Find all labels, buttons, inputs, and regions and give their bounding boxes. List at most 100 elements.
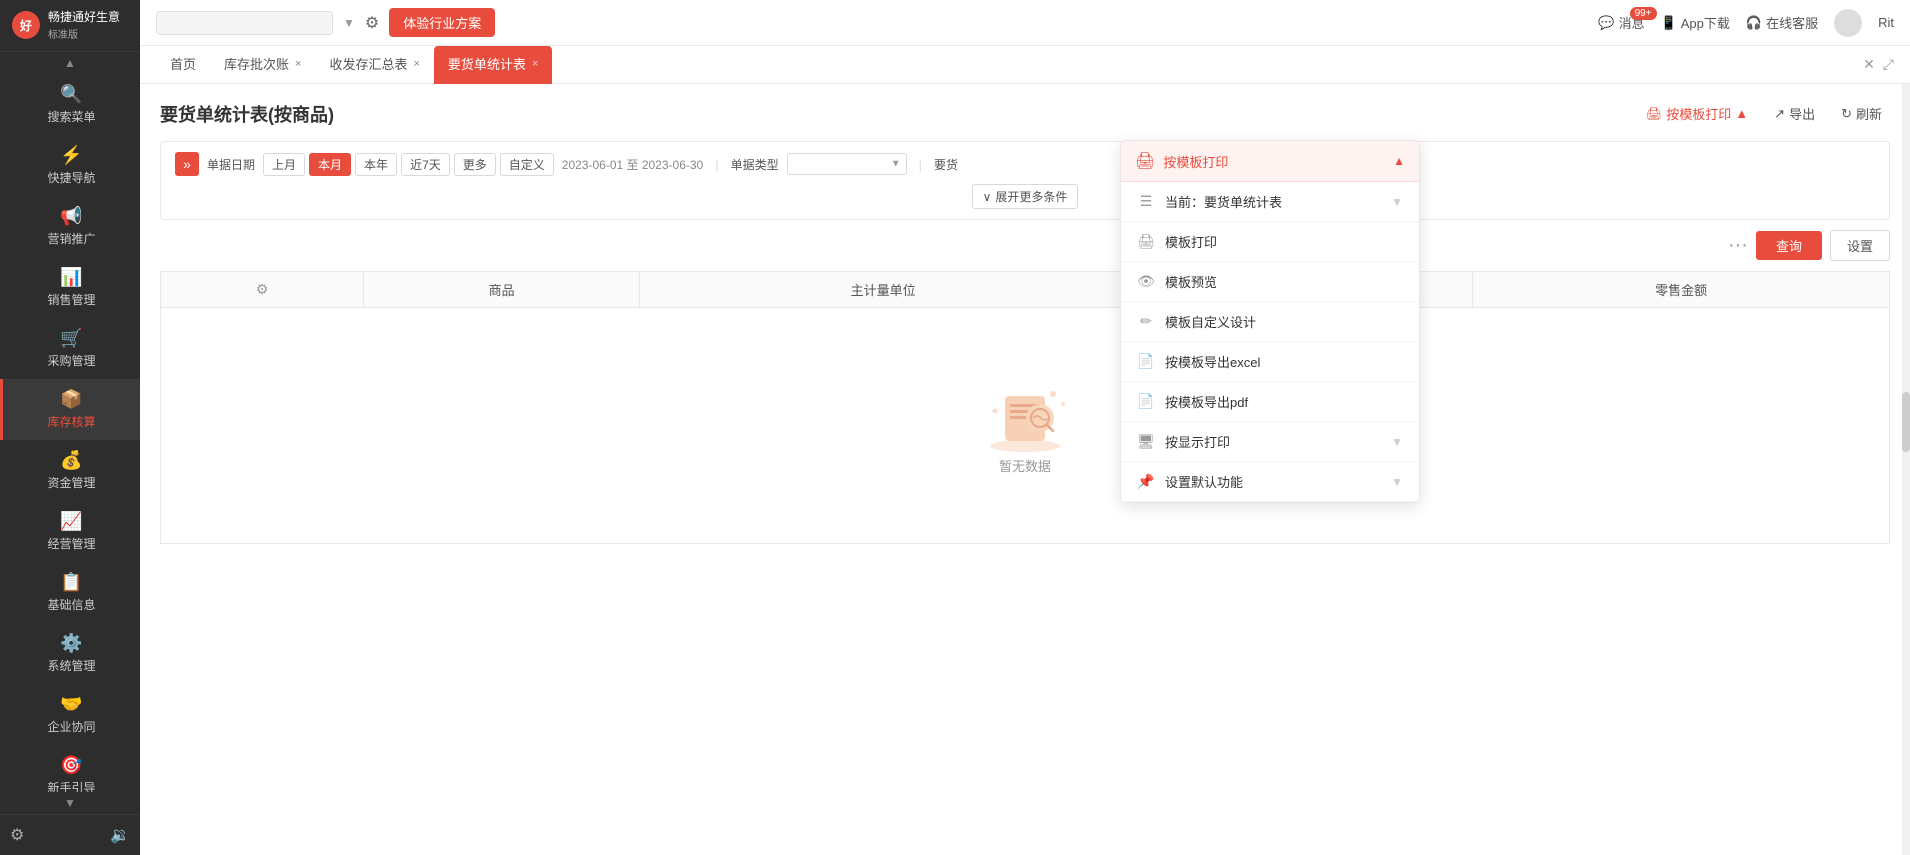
filter-bar: » 单据日期 上月 本月 本年 近7天 更多 自定义 2023-06-01 至 … bbox=[160, 141, 1890, 220]
user-avatar[interactable] bbox=[1834, 9, 1862, 37]
topbar-dropdown-arrow[interactable]: ▼ bbox=[343, 16, 355, 30]
sidebar-scroll-up[interactable]: ▲ bbox=[0, 52, 140, 74]
template-custom-label: 模板自定义设计 bbox=[1165, 312, 1403, 331]
collab-icon: 🤝 bbox=[60, 694, 82, 715]
dropdown-current-template[interactable]: ☰ 当前：要货单统计表 ▼ bbox=[1121, 182, 1419, 222]
page-title: 要货单统计表(按商品) bbox=[160, 101, 334, 127]
table-header-unit: 主计量单位 bbox=[640, 272, 1127, 308]
sidebar-item-basic[interactable]: 📋 基础信息 bbox=[0, 562, 140, 623]
tab-inventory-batch-close[interactable]: × bbox=[295, 58, 301, 70]
sidebar-item-label: 经营管理 bbox=[47, 535, 95, 552]
template-pdf-icon: 📄 bbox=[1137, 393, 1155, 410]
filter-type-label: 单据类型 bbox=[731, 156, 779, 173]
quick-nav-icon: ⚡ bbox=[60, 145, 82, 166]
dropdown-template-pdf[interactable]: 📄 按模板导出pdf bbox=[1121, 382, 1419, 422]
scrollbar-track[interactable] bbox=[1902, 84, 1910, 855]
online-service-btn[interactable]: 🎧 在线客服 bbox=[1746, 13, 1818, 32]
sidebar-item-finance[interactable]: 💰 资金管理 bbox=[0, 440, 140, 501]
trial-btn[interactable]: 体验行业方案 bbox=[389, 8, 495, 37]
date-btn-custom[interactable]: 自定义 bbox=[500, 153, 554, 176]
tab-collect-summary[interactable]: 收发存汇总表 × bbox=[315, 46, 433, 84]
tab-inventory-batch-label: 库存批次账 bbox=[224, 54, 289, 73]
dropdown-header-arrow[interactable]: ▲ bbox=[1393, 154, 1405, 168]
sidebar-item-search[interactable]: 🔍 搜索菜单 bbox=[0, 74, 140, 135]
sidebar: 好 畅捷通好生意 标准版 ▲ 🔍 搜索菜单 ⚡ 快捷导航 📢 营销推广 📊 销售… bbox=[0, 0, 140, 855]
sidebar-item-operations[interactable]: 📈 经营管理 bbox=[0, 501, 140, 562]
search-icon: 🔍 bbox=[60, 84, 82, 105]
guide-icon: 🎯 bbox=[60, 755, 82, 776]
display-print-icon: 🖥 bbox=[1137, 433, 1155, 450]
operations-icon: 📈 bbox=[60, 511, 82, 532]
tab-order-stats-close[interactable]: × bbox=[532, 58, 538, 70]
refresh-icon: ↻ bbox=[1841, 106, 1852, 122]
sidebar-item-label: 系统管理 bbox=[47, 657, 95, 674]
filter-date-buttons: 上月 本月 本年 近7天 更多 自定义 bbox=[263, 153, 554, 176]
export-icon: ↗ bbox=[1774, 106, 1785, 122]
print-template-btn[interactable]: 🖨 按模板打印 ▲ bbox=[1638, 100, 1756, 127]
sidebar-item-quick-nav[interactable]: ⚡ 快捷导航 bbox=[0, 135, 140, 196]
dropdown-print-icon: 🖨 bbox=[1135, 151, 1155, 171]
sidebar-item-label: 库存核算 bbox=[47, 413, 95, 430]
window-close-icon[interactable]: ✕ bbox=[1863, 56, 1875, 73]
page-container: 要货单统计表(按商品) 🖨 按模板打印 ▲ ↗ 导出 ↻ 刷新 bbox=[140, 84, 1910, 855]
dropdown-display-print[interactable]: 🖥 按显示打印 ▼ bbox=[1121, 422, 1419, 462]
date-btn-7days[interactable]: 近7天 bbox=[401, 153, 450, 176]
topbar: ▼ ⚙ 体验行业方案 💬 消息 99+ 📱 App下载 🎧 在线客服 Rit bbox=[140, 0, 1910, 46]
sidebar-item-marketing[interactable]: 📢 营销推广 bbox=[0, 196, 140, 257]
app-download-btn[interactable]: 📱 App下载 bbox=[1661, 13, 1730, 32]
date-btn-last-month[interactable]: 上月 bbox=[263, 153, 305, 176]
date-btn-this-month[interactable]: 本月 bbox=[309, 153, 351, 176]
scrollbar-thumb[interactable] bbox=[1902, 392, 1910, 452]
tab-order-stats[interactable]: 要货单统计表 × bbox=[434, 46, 552, 84]
sidebar-scroll-down[interactable]: ▼ bbox=[0, 792, 140, 814]
filter-date-range: 2023-06-01 至 2023-06-30 bbox=[562, 156, 703, 173]
tab-collect-summary-close[interactable]: × bbox=[413, 58, 419, 70]
date-btn-this-year[interactable]: 本年 bbox=[355, 153, 397, 176]
template-print-icon: 🖨 bbox=[1137, 233, 1155, 250]
tab-home[interactable]: 首页 bbox=[156, 46, 210, 84]
dropdown-template-print[interactable]: 🖨 模板打印 bbox=[1121, 222, 1419, 262]
table-header-settings[interactable]: ⚙ bbox=[161, 272, 364, 308]
more-actions-icon[interactable]: ··· bbox=[1728, 234, 1748, 257]
dropdown-template-excel[interactable]: 📄 按模板导出excel bbox=[1121, 342, 1419, 382]
query-btn[interactable]: 查询 bbox=[1756, 231, 1822, 260]
main-content: 要货单统计表(按商品) 🖨 按模板打印 ▲ ↗ 导出 ↻ 刷新 bbox=[140, 84, 1910, 855]
dropdown-template-custom[interactable]: ✏ 模板自定义设计 bbox=[1121, 302, 1419, 342]
default-func-arrow: ▼ bbox=[1391, 475, 1403, 489]
current-template-arrow: ▼ bbox=[1391, 195, 1403, 209]
print-template-arrow: ▲ bbox=[1735, 106, 1748, 121]
export-btn[interactable]: ↗ 导出 bbox=[1766, 100, 1823, 127]
topbar-gear-icon[interactable]: ⚙ bbox=[365, 13, 379, 33]
tab-inventory-batch[interactable]: 库存批次账 × bbox=[210, 46, 315, 84]
dropdown-default-func[interactable]: 📌 设置默认功能 ▼ bbox=[1121, 462, 1419, 502]
expand-more-btn[interactable]: ∨ 展开更多条件 bbox=[972, 184, 1079, 209]
sidebar-item-collab[interactable]: 🤝 企业协同 bbox=[0, 684, 140, 745]
filter-type-select[interactable] bbox=[787, 153, 907, 175]
settings-btn[interactable]: 设置 bbox=[1830, 230, 1890, 261]
sidebar-item-system[interactable]: ⚙️ 系统管理 bbox=[0, 623, 140, 684]
app-download-icon: 📱 bbox=[1661, 15, 1677, 31]
sidebar-item-purchase[interactable]: 🛒 采购管理 bbox=[0, 318, 140, 379]
sidebar-item-label: 销售管理 bbox=[47, 291, 95, 308]
window-maximize-icon[interactable]: ⤢ bbox=[1883, 56, 1894, 73]
sidebar-item-label: 搜索菜单 bbox=[47, 108, 95, 125]
date-btn-more[interactable]: 更多 bbox=[454, 153, 496, 176]
basic-icon: 📋 bbox=[60, 572, 82, 593]
speaker-footer-icon[interactable]: 🔉 bbox=[110, 825, 130, 845]
settings-footer-icon[interactable]: ⚙ bbox=[10, 825, 24, 845]
default-func-icon: 📌 bbox=[1137, 473, 1155, 490]
inventory-icon: 📦 bbox=[60, 389, 82, 410]
sidebar-item-guide[interactable]: 🎯 新手引导 bbox=[0, 745, 140, 792]
message-btn[interactable]: 💬 消息 99+ bbox=[1598, 13, 1644, 32]
template-excel-icon: 📄 bbox=[1137, 353, 1155, 370]
sidebar-item-inventory[interactable]: 📦 库存核算 bbox=[0, 379, 140, 440]
table-settings-icon[interactable]: ⚙ bbox=[256, 281, 269, 297]
finance-icon: 💰 bbox=[60, 450, 82, 471]
print-template-icon: 🖨 bbox=[1646, 106, 1663, 122]
refresh-btn[interactable]: ↻ 刷新 bbox=[1833, 100, 1890, 127]
filter-expand-icon[interactable]: » bbox=[175, 152, 199, 176]
sidebar-item-sales[interactable]: 📊 销售管理 bbox=[0, 257, 140, 318]
topbar-search-input[interactable] bbox=[156, 11, 333, 35]
print-template-label: 按模板打印 bbox=[1666, 104, 1731, 123]
dropdown-template-preview[interactable]: 👁 模板预览 bbox=[1121, 262, 1419, 302]
